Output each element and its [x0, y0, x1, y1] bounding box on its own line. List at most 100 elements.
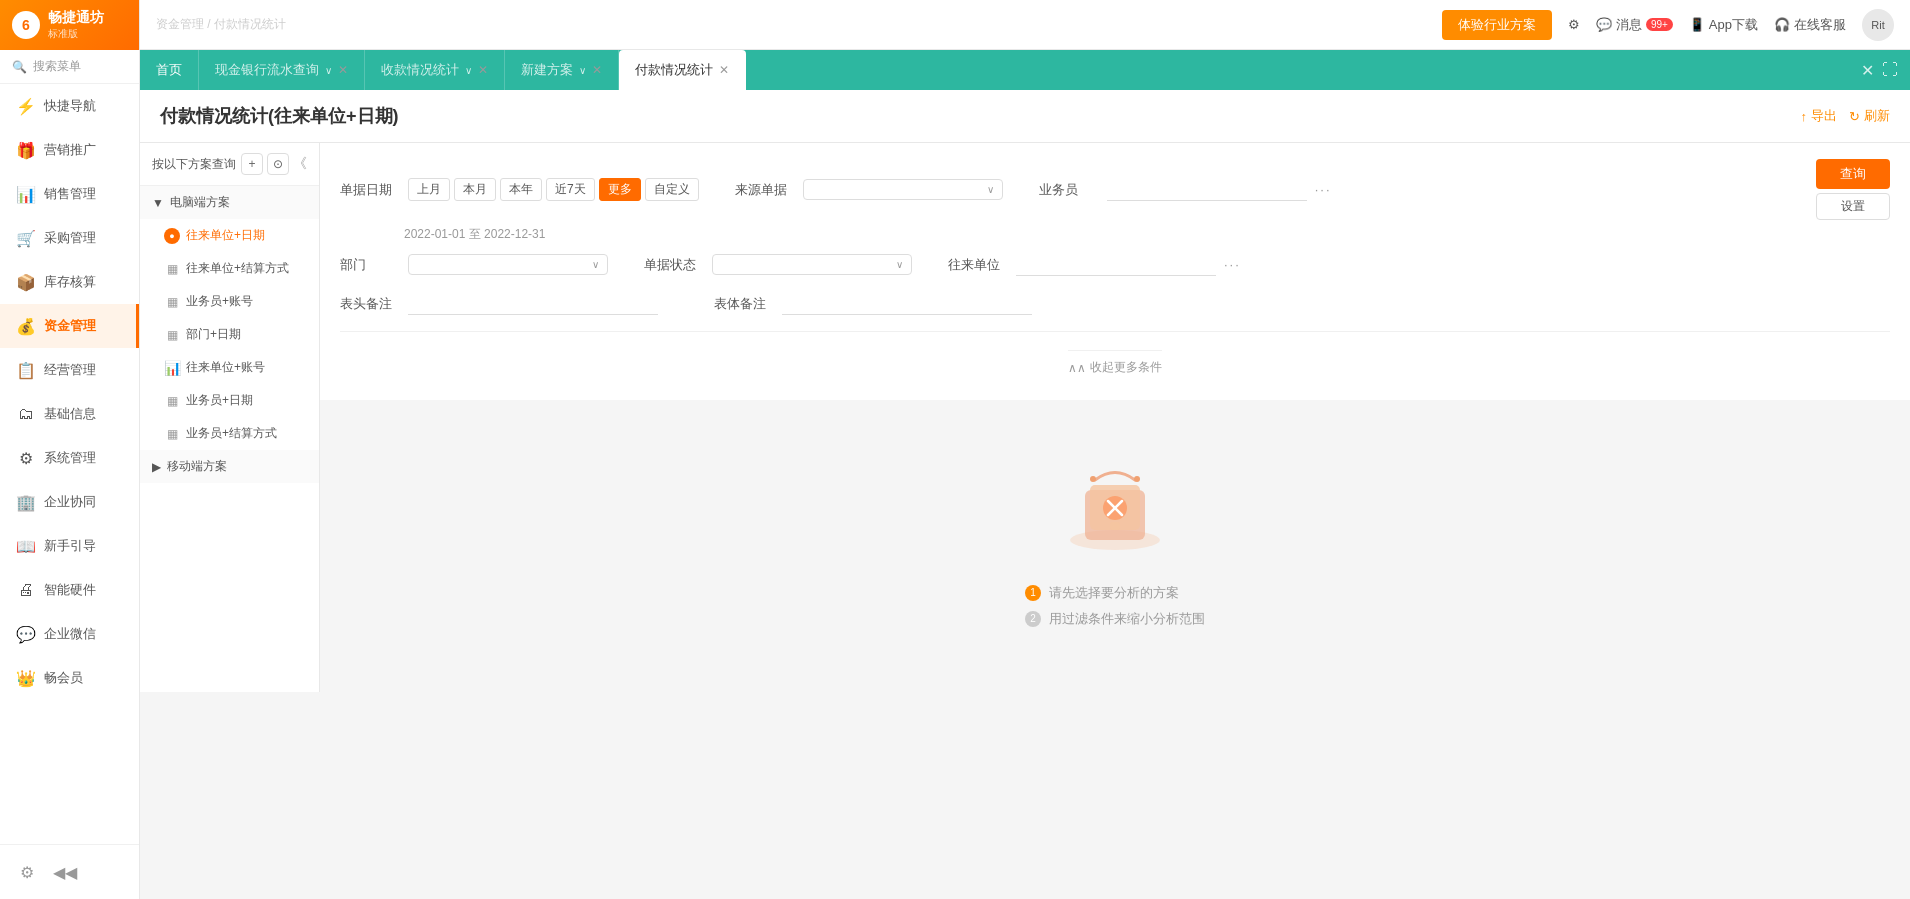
source-select[interactable]: ∨ [803, 179, 1003, 200]
body-note-input[interactable] [782, 292, 1032, 315]
scheme-item-unit-date[interactable]: ● 往来单位+日期 [140, 219, 319, 252]
tabbar-actions: ✕ ⛶ [1849, 50, 1910, 90]
scheme-collapse-btn[interactable]: 《 [293, 155, 307, 173]
sidebar-item-quick-nav[interactable]: ⚡ 快捷导航 [0, 84, 139, 128]
sidebar-item-operation[interactable]: 📋 经营管理 [0, 348, 139, 392]
settings-btn[interactable]: ⚙ [1568, 17, 1580, 32]
sidebar-search[interactable]: 🔍 搜索菜单 [0, 50, 139, 84]
tab-new-plan[interactable]: 新建方案 ∨ ✕ [505, 50, 619, 90]
tab-collection[interactable]: 收款情况统计 ∨ ✕ [365, 50, 505, 90]
filter-settings-btn[interactable]: 设置 [1816, 193, 1890, 220]
tab-close-all-btn[interactable]: ✕ [1861, 61, 1874, 80]
sidebar-item-member[interactable]: 👑 畅会员 [0, 656, 139, 700]
sidebar-item-system[interactable]: ⚙ 系统管理 [0, 436, 139, 480]
purchase-icon: 🛒 [16, 228, 36, 248]
staff-input[interactable] [1107, 178, 1307, 201]
unit-date-icon: ● [164, 228, 180, 244]
sidebar-footer-settings[interactable]: ⚙ [12, 857, 42, 887]
collapse-more-btn[interactable]: ∧∧ 收起更多条件 [1068, 350, 1162, 384]
tabbar: 首页 现金银行流水查询 ∨ ✕ 收款情况统计 ∨ ✕ 新建方案 ∨ ✕ 付款情况… [140, 50, 1910, 90]
empty-tip-row-1: 1 请先选择要分析的方案 [1025, 580, 1205, 606]
tab-cash-flow[interactable]: 现金银行流水查询 ∨ ✕ [199, 50, 365, 90]
date-btn-custom[interactable]: 自定义 [645, 178, 699, 201]
header-note-label: 表头备注 [340, 295, 400, 313]
scheme-section-mobile-title[interactable]: ▶ 移动端方案 [140, 450, 319, 483]
sidebar-item-enterprise[interactable]: 🏢 企业协同 [0, 480, 139, 524]
app-download-btn[interactable]: 📱 App下载 [1689, 16, 1758, 34]
scheme-item-label: 业务员+结算方式 [186, 425, 277, 442]
staff-account-icon: ▦ [164, 294, 180, 310]
sidebar-item-sales[interactable]: 📊 销售管理 [0, 172, 139, 216]
scheme-header-btns: + ⊙ 《 [241, 153, 307, 175]
staff-settle-icon: ▦ [164, 426, 180, 442]
sidebar-item-base-info[interactable]: 🗂 基础信息 [0, 392, 139, 436]
scheme-add-btn[interactable]: + [241, 153, 263, 175]
filter-item-header-note: 表头备注 [340, 292, 658, 315]
empty-tip-row-2: 2 用过滤条件来缩小分析范围 [1025, 606, 1205, 632]
tip-1-text: 请先选择要分析的方案 [1049, 580, 1179, 606]
sidebar-item-purchase[interactable]: 🛒 采购管理 [0, 216, 139, 260]
date-btn-this-month[interactable]: 本月 [454, 178, 496, 201]
partner-more-icon[interactable]: ··· [1224, 257, 1241, 272]
staff-more-icon[interactable]: ··· [1315, 182, 1332, 197]
app-label: App下载 [1709, 16, 1758, 34]
empty-state-container: 1 请先选择要分析的方案 2 用过滤条件来缩小分析范围 [320, 400, 1910, 692]
mobile-section-icon: ▶ [152, 460, 161, 474]
refresh-btn[interactable]: ↻ 刷新 [1849, 107, 1890, 125]
sidebar-item-wechat[interactable]: 💬 企业微信 [0, 612, 139, 656]
scheme-settings-btn[interactable]: ⊙ [267, 153, 289, 175]
tab-payment-stats-close[interactable]: ✕ [719, 63, 729, 77]
date-btn-more[interactable]: 更多 [599, 178, 641, 201]
sidebar-item-label: 新手引导 [44, 537, 96, 555]
sales-icon: 📊 [16, 184, 36, 204]
tab-expand-btn[interactable]: ⛶ [1882, 61, 1898, 79]
scheme-item-unit-settle[interactable]: ▦ 往来单位+结算方式 [140, 252, 319, 285]
tab-new-plan-close[interactable]: ✕ [592, 63, 602, 77]
service-label: 在线客服 [1794, 16, 1846, 34]
tip-2-text: 用过滤条件来缩小分析范围 [1049, 606, 1205, 632]
header-note-input[interactable] [408, 292, 658, 315]
breadcrumb-path: 资金管理 / 付款情况统计 [156, 16, 286, 33]
sidebar-item-label: 智能硬件 [44, 581, 96, 599]
sidebar-item-marketing[interactable]: 🎁 营销推广 [0, 128, 139, 172]
partner-input[interactable] [1016, 253, 1216, 276]
tab-payment-stats[interactable]: 付款情况统计 ✕ [619, 50, 746, 90]
sidebar-item-finance[interactable]: 💰 资金管理 [0, 304, 139, 348]
trial-btn[interactable]: 体验行业方案 [1442, 10, 1552, 40]
scheme-item-staff-date[interactable]: ▦ 业务员+日期 [140, 384, 319, 417]
sidebar-item-inventory[interactable]: 📦 库存核算 [0, 260, 139, 304]
doc-status-select[interactable]: ∨ [712, 254, 912, 275]
tab-collection-close[interactable]: ✕ [478, 63, 488, 77]
date-btn-last-month[interactable]: 上月 [408, 178, 450, 201]
scheme-item-staff-settle[interactable]: ▦ 业务员+结算方式 [140, 417, 319, 450]
message-btn[interactable]: 💬 消息 99+ [1596, 16, 1673, 34]
sidebar-item-label: 资金管理 [44, 317, 96, 335]
dept-date-icon: ▦ [164, 327, 180, 343]
scheme-item-staff-account[interactable]: ▦ 业务员+账号 [140, 285, 319, 318]
export-btn[interactable]: ↑ 导出 [1801, 107, 1838, 125]
tab-cash-flow-close[interactable]: ✕ [338, 63, 348, 77]
filter-item-dept: 部门 ∨ [340, 254, 608, 275]
scheme-item-unit-account[interactable]: 📊 往来单位+账号 [140, 351, 319, 384]
scheme-section-desktop-title[interactable]: ▼ 电脑端方案 [140, 186, 319, 219]
user-avatar[interactable]: Rit [1862, 9, 1894, 41]
sidebar-item-guide[interactable]: 📖 新手引导 [0, 524, 139, 568]
operation-icon: 📋 [16, 360, 36, 380]
refresh-label: 刷新 [1864, 107, 1890, 125]
page-title: 付款情况统计(往来单位+日期) [160, 104, 399, 128]
date-btn-this-year[interactable]: 本年 [500, 178, 542, 201]
sidebar-footer-collapse[interactable]: ◀◀ [50, 857, 80, 887]
guide-icon: 📖 [16, 536, 36, 556]
sidebar-item-label: 库存核算 [44, 273, 96, 291]
tab-home[interactable]: 首页 [140, 50, 199, 90]
sidebar-item-hardware[interactable]: 🖨 智能硬件 [0, 568, 139, 612]
service-btn[interactable]: 🎧 在线客服 [1774, 16, 1846, 34]
query-btn[interactable]: 查询 [1816, 159, 1890, 189]
member-icon: 👑 [16, 668, 36, 688]
filter-actions: 查询 设置 [1816, 159, 1890, 220]
scheme-item-dept-date[interactable]: ▦ 部门+日期 [140, 318, 319, 351]
enterprise-icon: 🏢 [16, 492, 36, 512]
dept-select[interactable]: ∨ [408, 254, 608, 275]
date-btn-7-days[interactable]: 近7天 [546, 178, 595, 201]
quick-nav-icon: ⚡ [16, 96, 36, 116]
